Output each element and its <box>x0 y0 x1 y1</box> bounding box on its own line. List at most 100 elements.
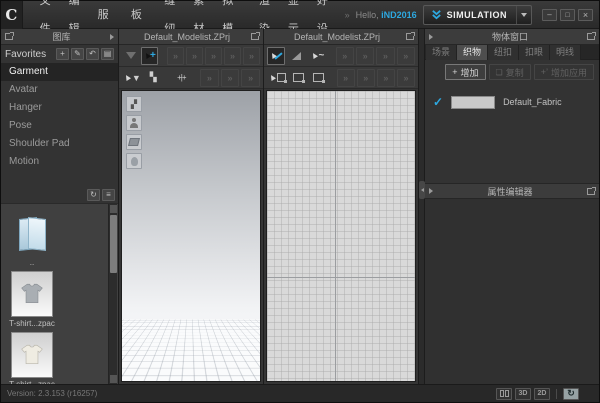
library-item-motion[interactable]: Motion <box>1 153 118 171</box>
viewport-2d-canvas[interactable] <box>266 90 416 382</box>
library-item-garment[interactable]: Garment <box>1 63 118 81</box>
greeting-prefix: Hello, <box>356 10 379 20</box>
library-item-pose[interactable]: Pose <box>1 117 118 135</box>
file-item-parent-folder[interactable]: .. <box>7 210 57 267</box>
select-garment-tool-button[interactable]: ▼ <box>122 69 142 87</box>
fabric-list-item[interactable]: Default_Fabric <box>425 92 599 112</box>
copy-icon <box>496 67 503 77</box>
undock-icon[interactable] <box>251 33 259 40</box>
add-label: 增加 <box>461 66 479 79</box>
close-button[interactable] <box>578 9 593 21</box>
show-head-button[interactable] <box>126 153 142 169</box>
simulate-chevrons-icon <box>431 9 442 20</box>
maximize-button[interactable] <box>560 9 575 21</box>
show-garment-tool-button[interactable]: ▚ <box>144 69 163 87</box>
file-item-tshirt-1[interactable]: T-shirt...zpac <box>7 271 57 328</box>
tab-buttonhole[interactable]: 扣眼 <box>519 45 550 60</box>
file-browser-scrollbar[interactable] <box>108 204 117 384</box>
property-editor-body <box>425 199 599 384</box>
undock-icon[interactable] <box>406 33 414 40</box>
sync-view-button[interactable] <box>563 388 579 400</box>
username: iND2016 <box>381 10 417 20</box>
split-view-button[interactable] <box>496 388 512 400</box>
viewport-2d-panel: Default_Modelist.ZPrj <box>264 29 419 384</box>
tab-scene[interactable]: 场景 <box>426 45 457 60</box>
edit-favorite-button[interactable] <box>71 48 84 60</box>
edit-pattern-tool-button[interactable] <box>287 47 305 65</box>
fabric-swatch[interactable] <box>451 96 495 109</box>
select-move-tool-button[interactable] <box>141 47 158 65</box>
create-rectangle-tool-button[interactable] <box>289 69 307 87</box>
create-polygon-tool-button[interactable] <box>267 69 287 87</box>
more-icon <box>248 73 253 83</box>
show-garment-button[interactable]: ▞ <box>126 96 142 112</box>
delete-favorite-button[interactable] <box>101 48 114 60</box>
viewport-2d-toolbar-row2 <box>264 67 418 89</box>
disabled-tool-button <box>221 69 240 87</box>
more-icon <box>211 51 216 61</box>
reset-favorite-button[interactable] <box>86 48 99 60</box>
undock-icon[interactable] <box>587 188 595 195</box>
splitter-handle-icon[interactable] <box>419 181 425 199</box>
library-item-shoulder-pad[interactable]: Shoulder Pad <box>1 135 118 153</box>
add-fabric-button[interactable]: 增加 <box>445 64 485 80</box>
more-icon <box>363 73 368 83</box>
scrollbar-thumb[interactable] <box>110 215 117 273</box>
panel-splitter[interactable] <box>419 29 425 384</box>
disabled-tool-button <box>357 69 375 87</box>
window-controls <box>542 9 593 21</box>
tab-fabric[interactable]: 织物 <box>457 45 488 60</box>
undock-icon[interactable] <box>587 33 595 40</box>
library-item-hanger[interactable]: Hanger <box>1 99 118 117</box>
view-2d-button[interactable]: 2D <box>534 388 550 400</box>
create-circle-tool-button[interactable] <box>309 69 327 87</box>
tshirt-white-icon <box>11 332 53 378</box>
main-content: 图库 Favorites Garment Avatar Hanger Pose … <box>1 29 599 384</box>
simulation-dropdown-button[interactable] <box>516 6 531 24</box>
tab-topstitch[interactable]: 明线 <box>550 45 581 60</box>
show-pattern-button[interactable] <box>126 134 142 150</box>
disabled-tool-button <box>205 47 222 65</box>
viewport-3d-canvas[interactable]: ▞ <box>121 90 261 382</box>
titlebar-right: Hello, iND2016 SIMULATION <box>345 5 599 25</box>
checkmark-icon[interactable] <box>433 95 443 109</box>
file-item-tshirt-2[interactable]: T-shirt...zpac <box>7 332 57 384</box>
fabric-actions-toolbar: 增加 复制 增加应用 <box>425 60 599 84</box>
shirt-icon: ▞ <box>131 100 137 109</box>
menu-overflow-icon[interactable] <box>345 10 350 20</box>
disabled-tool-button <box>377 69 395 87</box>
library-list: Garment Avatar Hanger Pose Shoulder Pad … <box>1 63 118 171</box>
file-browser-toolbar <box>1 187 118 203</box>
transform-pattern-tool-button[interactable] <box>267 47 285 65</box>
viewport-2d-title: Default_Modelist.ZPrj <box>268 32 406 42</box>
triangle-icon <box>292 52 301 60</box>
tab-button[interactable]: 纽扣 <box>488 45 519 60</box>
statusbar-view-buttons: 3D 2D <box>496 388 593 400</box>
collapse-arrow-icon[interactable] <box>110 34 114 40</box>
plus-apply-icon <box>541 67 548 77</box>
refresh-icon[interactable] <box>87 189 100 201</box>
scroll-down-icon[interactable] <box>110 375 117 383</box>
show-avatar-button[interactable] <box>126 115 142 131</box>
viewport-3d-toolbar-row1 <box>119 45 263 67</box>
file-label: T-shirt...zpac <box>9 319 55 328</box>
more-icon <box>230 51 235 61</box>
app-logo[interactable]: C <box>1 1 23 29</box>
favorites-row: Favorites <box>1 45 118 63</box>
edit-curve-tool-button[interactable] <box>308 47 326 65</box>
simulation-button[interactable]: SIMULATION <box>423 5 532 25</box>
view-3d-button[interactable]: 3D <box>515 388 531 400</box>
user-greeting: Hello, iND2016 <box>356 10 417 20</box>
simulate-tool-button[interactable] <box>122 47 139 65</box>
library-item-avatar[interactable]: Avatar <box>1 81 118 99</box>
undock-icon[interactable] <box>5 33 13 40</box>
add-apply-label: 增加应用 <box>551 66 587 79</box>
measure-tool-button[interactable] <box>172 69 191 87</box>
library-panel: 图库 Favorites Garment Avatar Hanger Pose … <box>1 29 119 384</box>
minimize-button[interactable] <box>542 9 557 21</box>
add-favorite-button[interactable] <box>56 48 69 60</box>
disabled-tool-button <box>241 69 260 87</box>
list-view-icon[interactable] <box>102 189 115 201</box>
scroll-up-icon[interactable] <box>110 205 117 213</box>
simulation-button-main[interactable]: SIMULATION <box>424 6 516 24</box>
